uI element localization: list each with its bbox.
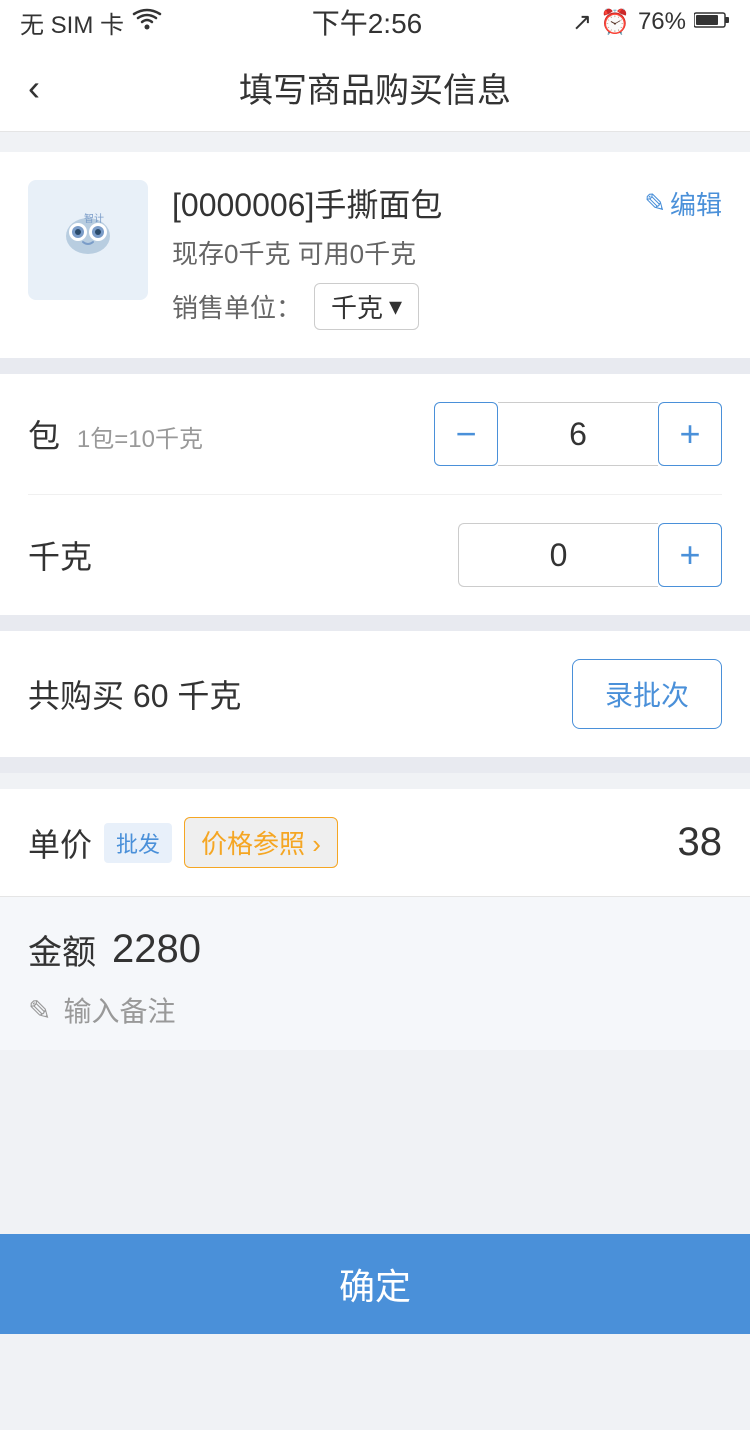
bao-sublabel: 1包=10千克 [77, 426, 203, 453]
page-title: 填写商品购买信息 [239, 63, 511, 112]
bao-decrement-button[interactable]: − [434, 402, 498, 466]
remark-placeholder[interactable]: 输入备注 [63, 990, 175, 1030]
kg-input-section: 千克 + [0, 495, 750, 615]
edit-icon: ✎ [644, 188, 666, 219]
amount-row: 金额 2280 [28, 925, 722, 974]
divider-2 [0, 615, 750, 631]
bao-stepper: − + [434, 402, 722, 466]
unit-selector[interactable]: 千克 ▾ [314, 283, 419, 330]
product-thumb-icon: 智计 [56, 206, 120, 274]
battery-icon [694, 8, 730, 36]
wifi-icon [132, 8, 162, 37]
alarm-icon: ⏰ [600, 8, 630, 37]
kg-increment-button[interactable]: + [658, 523, 722, 587]
confirm-bar[interactable]: 确定 [0, 1234, 750, 1334]
remark-icon: ✎ [28, 994, 51, 1027]
status-left: 无 SIM 卡 [20, 5, 162, 40]
price-ref-button[interactable]: 价格参照 › [184, 817, 338, 868]
status-right: ↗ ⏰ 76% [572, 8, 730, 37]
divider-3 [0, 757, 750, 773]
price-row: 单价 批发 价格参照 › 38 [28, 817, 722, 868]
bao-increment-button[interactable]: + [658, 402, 722, 466]
confirm-button[interactable]: 确定 [339, 1258, 411, 1310]
price-section: 单价 批发 价格参照 › 38 [0, 789, 750, 896]
amount-section: 金额 2280 ✎ 输入备注 [0, 896, 750, 1050]
location-icon: ↗ [572, 8, 592, 37]
summary-section: 共购买 60 千克 录批次 [0, 631, 750, 757]
product-info: [0000006]手撕面包 ✎ 编辑 现存0千克 可用0千克 销售单位： 千克 … [172, 180, 722, 330]
kg-label: 千克 [28, 532, 458, 578]
price-value: 38 [678, 820, 723, 865]
bao-label: 包 1包=10千克 [28, 411, 434, 457]
price-label: 单价 批发 价格参照 › [28, 817, 338, 868]
battery-percentage: 76% [638, 8, 686, 36]
kg-stepper: + [458, 523, 722, 587]
edit-button[interactable]: ✎ 编辑 [644, 185, 722, 222]
price-badge: 批发 [104, 823, 172, 863]
product-thumbnail: 智计 [28, 180, 148, 300]
product-name: [0000006]手撕面包 [172, 180, 442, 226]
bao-input-section: 包 1包=10千克 − + [0, 374, 750, 495]
divider-1 [0, 358, 750, 374]
bao-input-row: 包 1包=10千克 − + [28, 374, 722, 495]
status-time: 下午2:56 [312, 2, 423, 42]
svg-text:智计: 智计 [84, 212, 104, 225]
unit-label: 销售单位： [172, 288, 302, 325]
summary-row: 共购买 60 千克 录批次 [28, 631, 722, 757]
sim-status: 无 SIM 卡 [20, 5, 124, 40]
back-button[interactable]: ‹ [28, 67, 40, 109]
product-stock: 现存0千克 可用0千克 [172, 234, 722, 271]
bao-input[interactable] [498, 402, 658, 466]
product-card: 智计 [0000006]手撕面包 ✎ 编辑 现存0千克 可用0千克 销售单位： … [0, 152, 750, 358]
batch-button[interactable]: 录批次 [572, 659, 722, 729]
status-bar: 无 SIM 卡 下午2:56 ↗ ⏰ 76% [0, 0, 750, 44]
nav-bar: ‹ 填写商品购买信息 [0, 44, 750, 132]
remark-row[interactable]: ✎ 输入备注 [28, 990, 722, 1030]
amount-label: 金额 [28, 925, 96, 974]
amount-value: 2280 [112, 927, 201, 972]
kg-input[interactable] [458, 523, 658, 587]
kg-input-row: 千克 + [28, 495, 722, 615]
summary-text: 共购买 60 千克 [28, 671, 241, 717]
